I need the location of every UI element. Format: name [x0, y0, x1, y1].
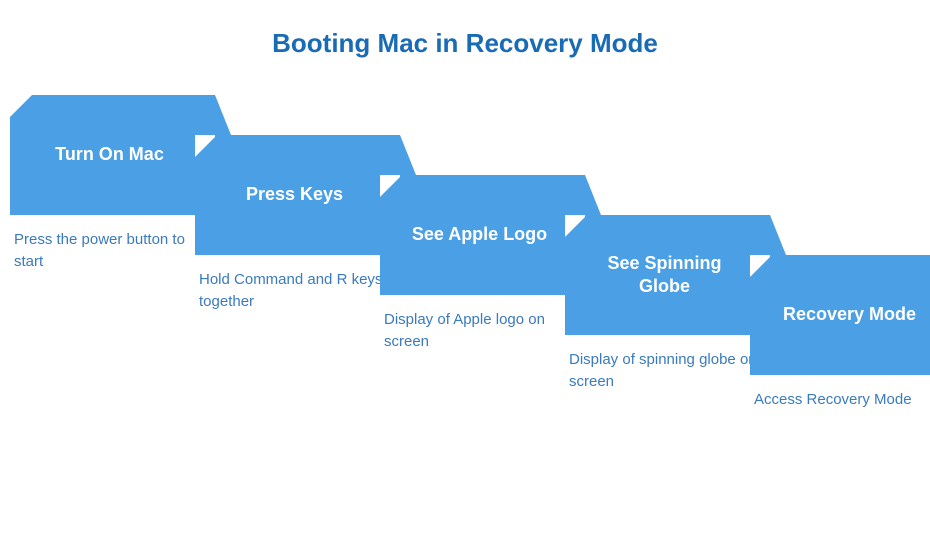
- step-label-2: Press Keys: [228, 183, 367, 206]
- step-label-1: Turn On Mac: [37, 143, 188, 166]
- step-desc-4: Display of spinning globe on screen: [565, 349, 760, 393]
- step-desc-5: Access Recovery Mode: [750, 389, 912, 411]
- ribbon-1: Turn On Mac: [10, 95, 215, 215]
- step-desc-1: Press the power button to start: [10, 229, 205, 273]
- step-desc-3: Display of Apple logo on screen: [380, 309, 575, 353]
- page-title: Booting Mac in Recovery Mode: [0, 0, 930, 77]
- step-desc-2: Hold Command and R keys together: [195, 269, 390, 313]
- step-block-1: Turn On Mac Press the power button to sta…: [10, 95, 215, 273]
